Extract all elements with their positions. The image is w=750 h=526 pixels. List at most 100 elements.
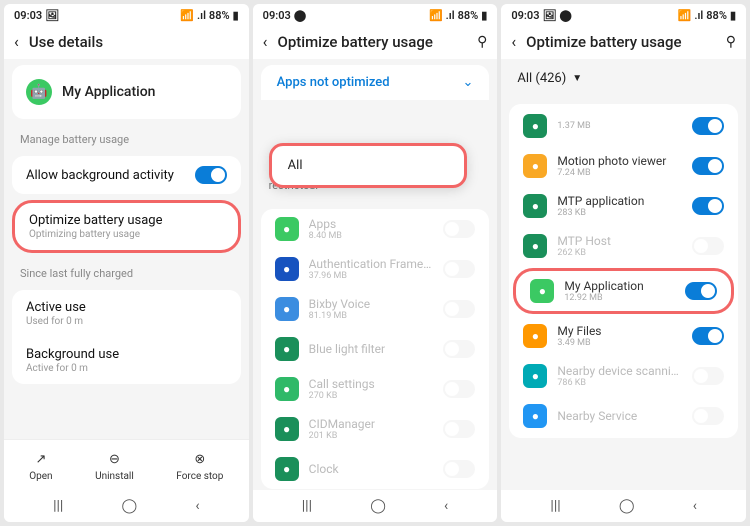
app-list: ●1.37 MB●Motion photo viewer7.24 MB●MTP … bbox=[509, 104, 738, 438]
volume-icon: 📶 bbox=[429, 9, 443, 22]
page-title: Optimize battery usage bbox=[277, 33, 467, 51]
app-row[interactable]: ●MTP application283 KB bbox=[509, 186, 738, 226]
app-toggle[interactable] bbox=[692, 157, 724, 175]
app-toggle[interactable] bbox=[443, 340, 475, 358]
app-toggle[interactable] bbox=[443, 260, 475, 278]
app-icon: ● bbox=[523, 364, 547, 388]
app-toggle[interactable] bbox=[692, 117, 724, 135]
app-size: 786 KB bbox=[557, 378, 682, 388]
allow-bg-row[interactable]: Allow background activity bbox=[12, 156, 241, 194]
battery-pct: 88% bbox=[209, 9, 230, 22]
nav-recent[interactable]: ||| bbox=[53, 498, 63, 514]
volume-icon: 📶 bbox=[678, 9, 692, 22]
dropdown-menu-highlight: All bbox=[269, 143, 468, 188]
bg-use-sub: Active for 0 m bbox=[26, 363, 227, 374]
nav-bar: ||| ◯ ‹ bbox=[4, 490, 249, 522]
app-toggle[interactable] bbox=[692, 407, 724, 425]
app-size: 283 KB bbox=[557, 208, 682, 218]
uninstall-button[interactable]: ⊖Uninstall bbox=[95, 450, 134, 482]
app-name: Nearby device scanning bbox=[557, 364, 682, 378]
screen-optimize-dropdown: 09:03⬤ 📶.ıl88%▮ ‹ Optimize battery usage… bbox=[253, 4, 498, 522]
dropdown-all[interactable]: All bbox=[272, 146, 465, 185]
app-toggle[interactable] bbox=[692, 197, 724, 215]
nav-recent[interactable]: ||| bbox=[550, 498, 560, 514]
app-name: Apps bbox=[309, 217, 434, 231]
dropdown-selector[interactable]: Apps not optimized ⌄ bbox=[261, 65, 490, 100]
back-icon[interactable]: ‹ bbox=[263, 32, 268, 51]
app-size: 81.19 MB bbox=[309, 311, 434, 321]
app-row[interactable]: ●Blue light filter bbox=[261, 329, 490, 369]
app-toggle[interactable] bbox=[692, 237, 724, 255]
app-row[interactable]: ●My Files3.49 MB bbox=[509, 316, 738, 356]
app-toggle[interactable] bbox=[443, 300, 475, 318]
app-row[interactable]: ● Nearby device scanning786 KB bbox=[509, 356, 738, 396]
app-row[interactable]: ●Call settings270 KB bbox=[261, 369, 490, 409]
volume-icon: 📶 bbox=[180, 9, 194, 22]
filter-icon[interactable]: ⚲ bbox=[726, 34, 736, 50]
app-row[interactable]: ●Bixby Voice81.19 MB bbox=[261, 289, 490, 329]
app-name: Nearby Service bbox=[557, 409, 682, 423]
battery-icon: ▮ bbox=[233, 9, 239, 22]
app-row[interactable]: ●Clock bbox=[261, 449, 490, 489]
nav-icon: ⬤ bbox=[294, 9, 306, 22]
picture-icon: 🖼 bbox=[542, 9, 556, 22]
app-name: MTP Host bbox=[557, 234, 682, 248]
open-button[interactable]: ↗Open bbox=[29, 450, 52, 482]
app-toggle[interactable] bbox=[692, 367, 724, 385]
app-row[interactable]: ●MTP Host262 KB bbox=[509, 226, 738, 266]
nav-back[interactable]: ‹ bbox=[693, 498, 697, 514]
filter-dropdown[interactable]: All (426) ▼ bbox=[501, 59, 746, 98]
page-title: Use details bbox=[29, 33, 239, 51]
app-size: 37.96 MB bbox=[309, 271, 434, 281]
header: ‹ Use details bbox=[4, 24, 249, 59]
filter-icon[interactable]: ⚲ bbox=[477, 34, 487, 50]
app-row[interactable]: ●Nearby Service bbox=[509, 396, 738, 436]
app-icon: ● bbox=[523, 324, 547, 348]
app-icon: ● bbox=[275, 217, 299, 241]
screen-use-details: 09:03🖼 📶.ıl88%▮ ‹ Use details 🤖 My Appli… bbox=[4, 4, 249, 522]
optimize-row[interactable]: Optimize battery usage Optimizing batter… bbox=[15, 203, 238, 250]
active-use-row: Active use Used for 0 m bbox=[12, 290, 241, 337]
app-row[interactable]: ●Authentication Framework37.96 MB bbox=[261, 249, 490, 289]
battery-pct: 88% bbox=[706, 9, 727, 22]
nav-home[interactable]: ◯ bbox=[619, 498, 635, 514]
app-row[interactable]: ●Motion photo viewer7.24 MB bbox=[509, 146, 738, 186]
app-icon: ● bbox=[530, 279, 554, 303]
app-row[interactable]: ●CIDManager201 KB bbox=[261, 409, 490, 449]
allow-bg-toggle[interactable] bbox=[195, 166, 227, 184]
app-icon: ● bbox=[275, 337, 299, 361]
app-toggle[interactable] bbox=[443, 460, 475, 478]
nav-back[interactable]: ‹ bbox=[195, 498, 199, 514]
app-row[interactable]: ● Apps8.40 MB bbox=[261, 209, 490, 249]
nav-home[interactable]: ◯ bbox=[370, 498, 386, 514]
force-stop-button[interactable]: ⊗Force stop bbox=[176, 450, 223, 482]
screen-optimize-all: 09:03🖼⬤ 📶.ıl88%▮ ‹ Optimize battery usag… bbox=[501, 4, 746, 522]
app-toggle[interactable] bbox=[443, 380, 475, 398]
app-name: MTP application bbox=[557, 194, 682, 208]
allow-bg-label: Allow background activity bbox=[26, 168, 185, 183]
app-toggle[interactable] bbox=[685, 282, 717, 300]
header: ‹ Optimize battery usage ⚲ bbox=[501, 24, 746, 59]
status-time: 09:03 bbox=[263, 9, 291, 22]
app-row[interactable]: ●1.37 MB bbox=[509, 106, 738, 146]
active-use-sub: Used for 0 m bbox=[26, 316, 227, 327]
optimize-row-highlight: Optimize battery usage Optimizing batter… bbox=[12, 200, 241, 253]
app-toggle[interactable] bbox=[443, 420, 475, 438]
battery-icon: ▮ bbox=[481, 9, 487, 22]
nav-recent[interactable]: ||| bbox=[302, 498, 312, 514]
nav-bar: ||| ◯ ‹ bbox=[501, 490, 746, 522]
nav-back[interactable]: ‹ bbox=[444, 498, 448, 514]
app-row[interactable]: ●My Application12.92 MB bbox=[516, 271, 731, 311]
app-size: 201 KB bbox=[309, 431, 434, 441]
app-toggle[interactable] bbox=[692, 327, 724, 345]
signal-icon: .ıl bbox=[197, 9, 206, 22]
back-icon[interactable]: ‹ bbox=[14, 32, 19, 51]
optimize-label: Optimize battery usage bbox=[29, 213, 224, 228]
filter-label: All (426) bbox=[517, 71, 566, 86]
app-size: 7.24 MB bbox=[557, 168, 682, 178]
back-icon[interactable]: ‹ bbox=[511, 32, 516, 51]
app-toggle[interactable] bbox=[443, 220, 475, 238]
nav-home[interactable]: ◯ bbox=[122, 498, 138, 514]
app-size: 8.40 MB bbox=[309, 231, 434, 241]
app-icon: ● bbox=[275, 417, 299, 441]
